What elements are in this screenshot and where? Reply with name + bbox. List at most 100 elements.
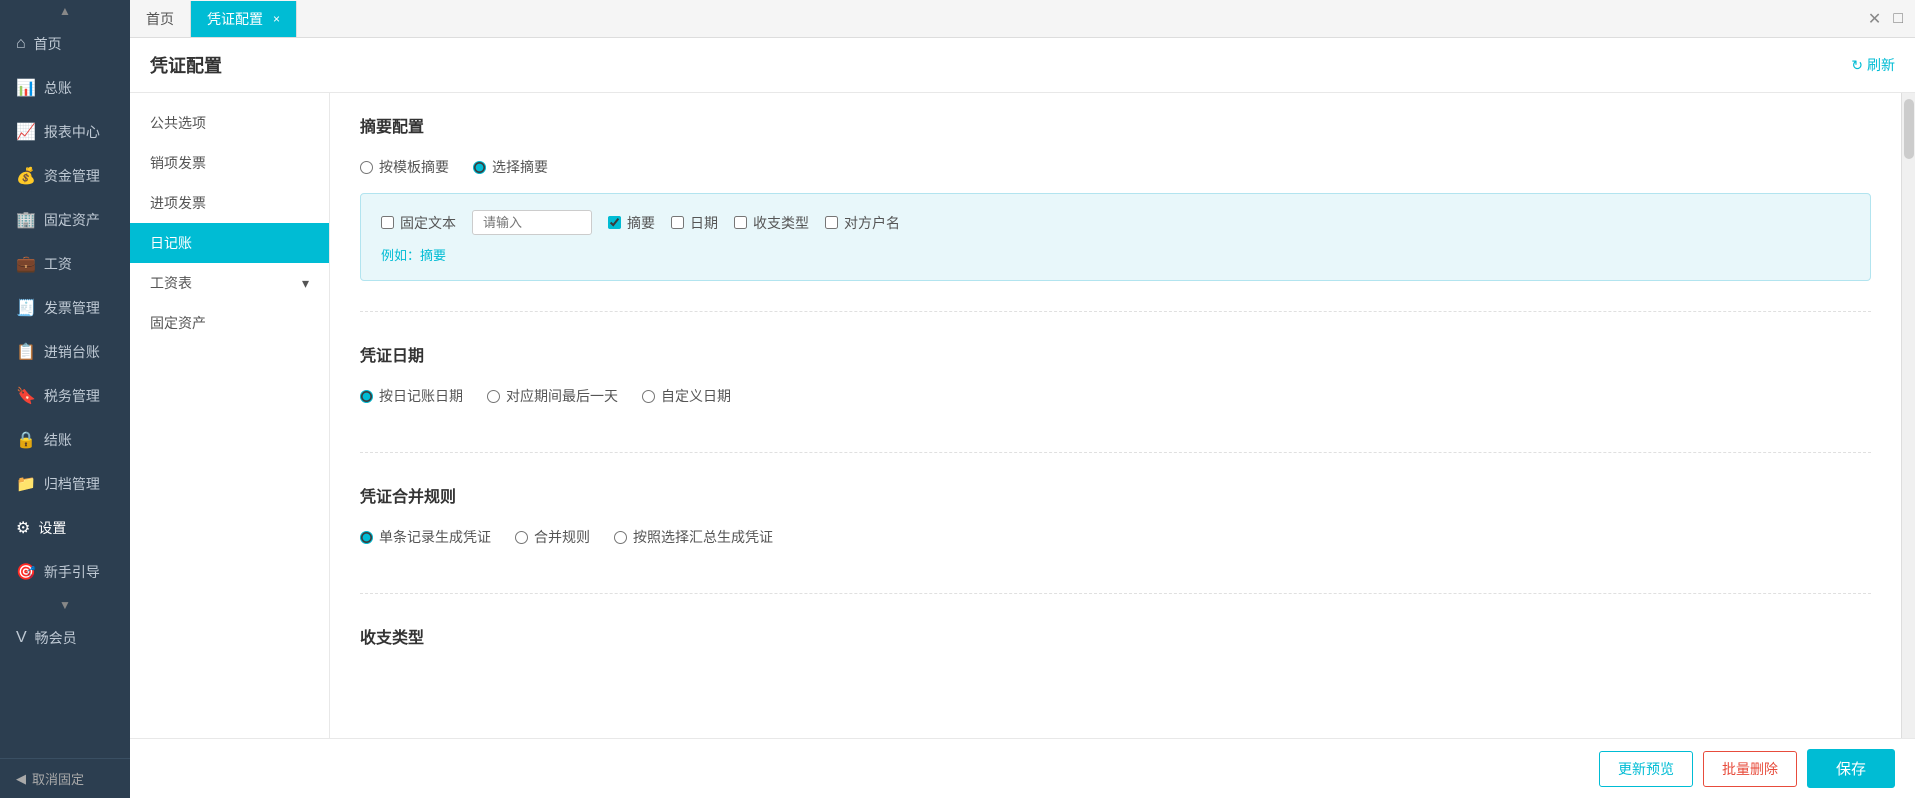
sidebar-item-funds[interactable]: 💰 资金管理 (0, 154, 130, 198)
left-nav-salary-table[interactable]: 工资表 ▾ (130, 263, 329, 303)
checkbox-counterparty[interactable]: 对方户名 (825, 213, 900, 233)
settings-icon: ⚙ (16, 518, 30, 538)
scroll-track[interactable] (1901, 93, 1915, 738)
date-radio-custom[interactable]: 自定义日期 (642, 386, 731, 406)
close-account-icon: 🔒 (16, 430, 36, 450)
sidebar-item-tax[interactable]: 🔖 税务管理 (0, 374, 130, 418)
left-nav-journal[interactable]: 日记账 (130, 223, 329, 263)
sidebar-item-funds-label: 资金管理 (44, 166, 100, 186)
purchase-sale-icon: 📋 (16, 342, 36, 362)
sidebar-item-guide[interactable]: 🎯 新手引导 (0, 550, 130, 594)
summary-radio-template[interactable]: 按模板摘要 (360, 157, 449, 177)
left-nav-sales-invoice[interactable]: 销项发票 (130, 143, 329, 183)
sidebar-footer[interactable]: ◀ 取消固定 (0, 758, 130, 798)
refresh-button[interactable]: ↻ 刷新 (1851, 55, 1895, 75)
sidebar-item-assets[interactable]: 🏢 固定资产 (0, 198, 130, 242)
checkbox-counterparty-input[interactable] (825, 216, 838, 229)
home-icon: ⌂ (16, 35, 26, 53)
merge-radio-select-merge[interactable]: 按照选择汇总生成凭证 (614, 527, 773, 547)
checkbox-summary[interactable]: 摘要 (608, 213, 655, 233)
chevron-down-icon: ▾ (302, 275, 309, 292)
merge-radio-rule-input[interactable] (515, 531, 528, 544)
merge-radio-single-input[interactable] (360, 531, 373, 544)
sidebar-item-home-label: 首页 (34, 34, 62, 54)
summary-radio-select[interactable]: 选择摘要 (473, 157, 548, 177)
sidebar-item-assets-label: 固定资产 (44, 210, 100, 230)
date-radio-journal-input[interactable] (360, 390, 373, 403)
checkbox-fixed-text-input[interactable] (381, 216, 394, 229)
sidebar-item-vip-label: 畅会员 (35, 628, 77, 648)
sidebar-item-ledger[interactable]: 📊 总账 (0, 66, 130, 110)
merge-radio-rule[interactable]: 合并规则 (515, 527, 590, 547)
left-nav: 公共选项 销项发票 进项发票 日记账 工资表 ▾ 固定资产 (130, 93, 330, 738)
left-nav-public[interactable]: 公共选项 (130, 103, 329, 143)
maximize-icon[interactable]: □ (1893, 10, 1903, 28)
sidebar-item-close-label: 结账 (44, 430, 72, 450)
merge-title: 凭证合并规则 (360, 483, 1871, 507)
checkbox-io-type[interactable]: 收支类型 (734, 213, 809, 233)
summary-radio-select-input[interactable] (473, 161, 486, 174)
assets-icon: 🏢 (16, 210, 36, 230)
ledger-icon: 📊 (16, 78, 36, 98)
summary-options-box: 固定文本 摘要 日期 收支类型 (360, 193, 1871, 281)
invoice-mgmt-icon: 🧾 (16, 298, 36, 318)
guide-icon: 🎯 (16, 562, 36, 582)
tab-voucher-config[interactable]: 凭证配置 × (191, 1, 297, 37)
sidebar-footer-label: 取消固定 (32, 769, 84, 788)
date-radio-period[interactable]: 对应期间最后一天 (487, 386, 618, 406)
tab-home-label: 首页 (146, 9, 174, 29)
sidebar-item-close[interactable]: 🔒 结账 (0, 418, 130, 462)
update-preview-button[interactable]: 更新预览 (1599, 751, 1693, 787)
tab-voucher-config-close[interactable]: × (273, 12, 280, 26)
checkbox-date-input[interactable] (671, 216, 684, 229)
sidebar-scroll-up[interactable]: ▲ (0, 0, 130, 22)
sidebar-item-salary[interactable]: 💼 工资 (0, 242, 130, 286)
checkbox-date[interactable]: 日期 (671, 213, 718, 233)
merge-section: 凭证合并规则 单条记录生成凭证 合并规则 按照选择汇总生成凭证 (360, 483, 1871, 594)
merge-radio-group: 单条记录生成凭证 合并规则 按照选择汇总生成凭证 (360, 527, 1871, 547)
date-radio-custom-input[interactable] (642, 390, 655, 403)
merge-radio-single[interactable]: 单条记录生成凭证 (360, 527, 491, 547)
right-content: 摘要配置 按模板摘要 选择摘要 固定文本 (330, 93, 1901, 738)
checkbox-fixed-text[interactable]: 固定文本 (381, 213, 456, 233)
sidebar-item-vip[interactable]: V 畅会员 (0, 616, 130, 660)
date-title: 凭证日期 (360, 342, 1871, 366)
tab-home[interactable]: 首页 (130, 1, 191, 37)
summary-title: 摘要配置 (360, 113, 1871, 137)
merge-radio-select-merge-input[interactable] (614, 531, 627, 544)
left-nav-purchase-invoice[interactable]: 进项发票 (130, 183, 329, 223)
summary-section: 摘要配置 按模板摘要 选择摘要 固定文本 (360, 113, 1871, 312)
vip-icon: V (16, 629, 27, 647)
sidebar-item-salary-label: 工资 (44, 254, 72, 274)
refresh-icon: ↻ (1851, 57, 1863, 74)
bottom-bar: 更新预览 批量删除 保存 (130, 738, 1915, 798)
sidebar-item-settings[interactable]: ⚙ 设置 (0, 506, 130, 550)
refresh-label: 刷新 (1867, 55, 1895, 75)
batch-delete-button[interactable]: 批量删除 (1703, 751, 1797, 787)
sidebar-item-home[interactable]: ⌂ 首页 (0, 22, 130, 66)
sidebar-item-invoice-mgmt[interactable]: 🧾 发票管理 (0, 286, 130, 330)
date-radio-group: 按日记账日期 对应期间最后一天 自定义日期 (360, 386, 1871, 406)
left-nav-fixed-assets[interactable]: 固定资产 (130, 303, 329, 343)
summary-radio-template-input[interactable] (360, 161, 373, 174)
sidebar-item-report[interactable]: 📈 报表中心 (0, 110, 130, 154)
page-title: 凭证配置 (150, 52, 222, 78)
sidebar-item-archive[interactable]: 📁 归档管理 (0, 462, 130, 506)
sidebar-item-purchase-sale[interactable]: 📋 进销台账 (0, 330, 130, 374)
sidebar-scroll-down[interactable]: ▼ (0, 594, 130, 616)
example-text: 例如：摘要 (381, 245, 1850, 264)
fixed-text-input[interactable] (472, 210, 592, 235)
sidebar-item-purchase-sale-label: 进销台账 (44, 342, 100, 362)
date-section: 凭证日期 按日记账日期 对应期间最后一天 自定义日期 (360, 342, 1871, 453)
date-radio-period-input[interactable] (487, 390, 500, 403)
sidebar: ▲ ⌂ 首页 📊 总账 📈 报表中心 💰 资金管理 🏢 固定资产 💼 工资 🧾 … (0, 0, 130, 798)
summary-checkbox-row: 固定文本 摘要 日期 收支类型 (381, 210, 1850, 235)
sidebar-item-tax-label: 税务管理 (44, 386, 100, 406)
date-radio-journal[interactable]: 按日记账日期 (360, 386, 463, 406)
checkbox-io-type-input[interactable] (734, 216, 747, 229)
tax-icon: 🔖 (16, 386, 36, 406)
scroll-thumb[interactable] (1904, 99, 1914, 159)
checkbox-summary-input[interactable] (608, 216, 621, 229)
save-button[interactable]: 保存 (1807, 749, 1895, 788)
minimize-icon[interactable]: ✕ (1868, 9, 1881, 29)
